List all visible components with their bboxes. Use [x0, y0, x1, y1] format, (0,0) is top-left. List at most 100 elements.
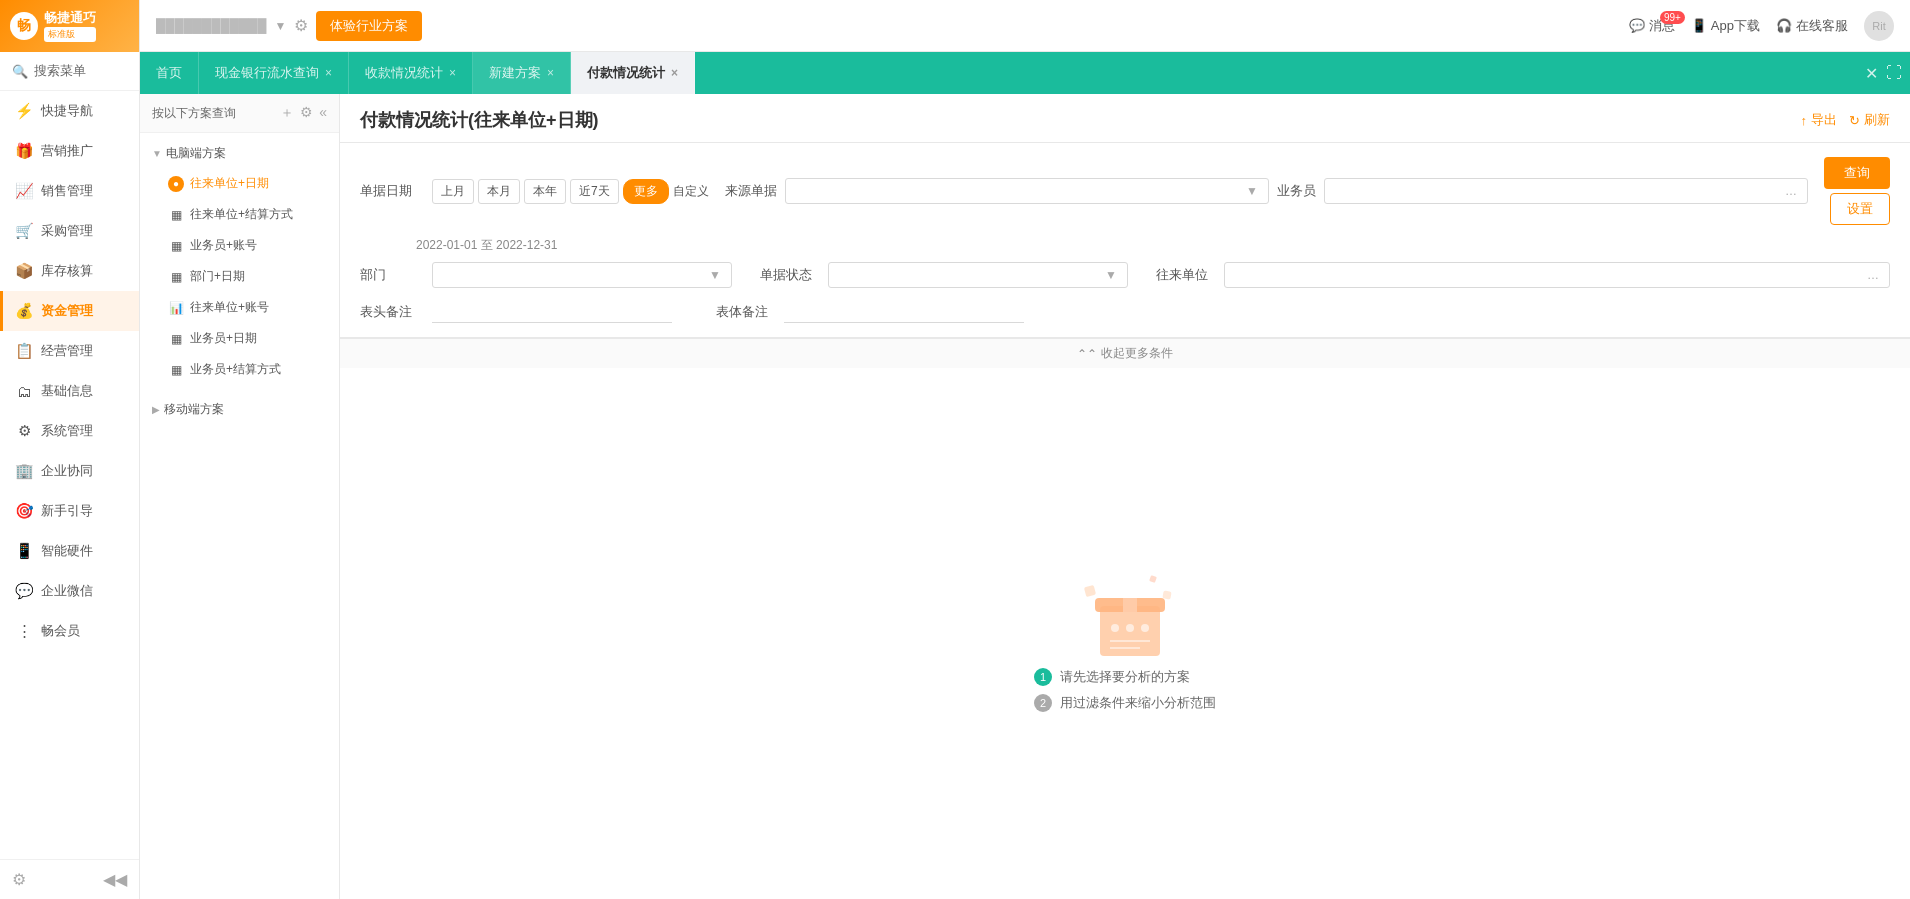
online-service-btn[interactable]: 🎧 在线客服 — [1776, 17, 1848, 35]
mobile-schemes-label: 移动端方案 — [164, 401, 224, 418]
company-icon: 🏢 — [15, 462, 33, 480]
message-badge: 99+ — [1660, 11, 1685, 24]
header-note-input[interactable] — [432, 300, 672, 323]
collapse-bar[interactable]: ⌃⌃ 收起更多条件 — [340, 338, 1910, 368]
tab-payment-close-icon[interactable]: × — [671, 66, 678, 80]
sidebar: 畅 畅捷通巧 标准版 🔍 搜索菜单 ⚡ 快捷导航 🎁 营销推广 📈 销售管理 🛒… — [0, 0, 140, 899]
sidebar-item-purchase[interactable]: 🛒 采购管理 — [0, 211, 139, 251]
tab-new-scheme[interactable]: 新建方案 × — [473, 52, 571, 94]
collapse-panel-icon[interactable]: « — [319, 104, 327, 122]
pc-schemes-header[interactable]: ▼ 电脑端方案 — [140, 139, 339, 168]
sidebar-header: 畅 畅捷通巧 标准版 — [0, 0, 139, 52]
sidebar-item-guide[interactable]: 🎯 新手引导 — [0, 491, 139, 531]
scheme-salesman-settlement[interactable]: ▦ 业务员+结算方式 — [140, 354, 339, 385]
service-label: 在线客服 — [1796, 17, 1848, 35]
hint-text-1: 请先选择要分析的方案 — [1060, 668, 1190, 686]
tab-payment[interactable]: 付款情况统计 × — [571, 52, 695, 94]
tab-new-close-icon[interactable]: × — [547, 66, 554, 80]
logo-text-block: 畅捷通巧 标准版 — [44, 10, 96, 43]
pc-schemes-label: 电脑端方案 — [166, 145, 226, 162]
sidebar-item-quick-nav[interactable]: ⚡ 快捷导航 — [0, 91, 139, 131]
sidebar-item-hardware[interactable]: 📱 智能硬件 — [0, 531, 139, 571]
date-btn-this-year[interactable]: 本年 — [524, 179, 566, 204]
scheme-unit-settlement[interactable]: ▦ 往来单位+结算方式 — [140, 199, 339, 230]
scheme-chart-icon: 📊 — [168, 300, 184, 316]
tab-bank-close-icon[interactable]: × — [325, 66, 332, 80]
add-scheme-icon[interactable]: ＋ — [280, 104, 294, 122]
sidebar-item-company[interactable]: 🏢 企业协同 — [0, 451, 139, 491]
scheme-salesman-account[interactable]: ▦ 业务员+账号 — [140, 230, 339, 261]
topbar-left: ████████████ ▼ ⚙ 体验行业方案 — [156, 11, 1619, 41]
export-icon: ↑ — [1801, 113, 1808, 128]
topbar-right: 💬 消息 99+ 📱 App下载 🎧 在线客服 Rit — [1629, 11, 1894, 41]
partner-select[interactable]: … — [1224, 262, 1890, 288]
purchase-icon: 🛒 — [15, 222, 33, 240]
search-icon: 🔍 — [12, 64, 28, 79]
logo-text: 畅捷通巧 — [44, 10, 96, 26]
date-range-row: 2022-01-01 至 2022-12-31 — [360, 237, 1890, 262]
user-avatar[interactable]: Rit — [1864, 11, 1894, 41]
scheme-unit-account[interactable]: 📊 往来单位+账号 — [140, 292, 339, 323]
collapse-sidebar-icon[interactable]: ◀◀ — [103, 870, 127, 889]
tab-receipts-close-icon[interactable]: × — [449, 66, 456, 80]
inventory-icon: 📦 — [15, 262, 33, 280]
sidebar-item-basic[interactable]: 🗂 基础信息 — [0, 371, 139, 411]
topbar-settings-icon[interactable]: ⚙ — [294, 16, 308, 35]
date-btn-last-month[interactable]: 上月 — [432, 179, 474, 204]
scheme-dept-date[interactable]: ▦ 部门+日期 — [140, 261, 339, 292]
settings-footer-icon[interactable]: ⚙ — [12, 870, 26, 889]
scheme-settings-icon[interactable]: ⚙ — [300, 104, 313, 122]
sidebar-item-sales[interactable]: 📈 销售管理 — [0, 171, 139, 211]
search-menu[interactable]: 🔍 搜索菜单 — [0, 52, 139, 91]
sidebar-item-capital[interactable]: 💰 资金管理 — [0, 291, 139, 331]
sidebar-item-inventory[interactable]: 📦 库存核算 — [0, 251, 139, 291]
mobile-schemes-header[interactable]: ▶ 移动端方案 — [140, 395, 339, 424]
tabbar-expand-icon[interactable]: ⛶ — [1886, 64, 1902, 82]
sidebar-footer: ⚙ ◀◀ — [0, 859, 139, 899]
hardware-icon: 📱 — [15, 542, 33, 560]
query-btn[interactable]: 查询 — [1824, 157, 1890, 189]
filter-settings-btn[interactable]: 设置 — [1830, 193, 1890, 225]
sidebar-item-marketing[interactable]: 🎁 营销推广 — [0, 131, 139, 171]
side-panel: 按以下方案查询 ＋ ⚙ « ▼ 电脑端方案 ● 往来单位+日期 ▦ — [140, 94, 340, 899]
refresh-btn[interactable]: ↻ 刷新 — [1849, 111, 1890, 129]
tab-bank[interactable]: 现金银行流水查询 × — [199, 52, 349, 94]
sidebar-item-label: 快捷导航 — [41, 102, 93, 120]
message-btn[interactable]: 💬 消息 99+ — [1629, 17, 1675, 35]
date-btn-last-7-days[interactable]: 近7天 — [570, 179, 619, 204]
refresh-label: 刷新 — [1864, 111, 1890, 129]
pc-schemes-group: ▼ 电脑端方案 ● 往来单位+日期 ▦ 往来单位+结算方式 ▦ 业务员+账号 ▦ — [140, 133, 339, 391]
salesman-select[interactable]: … — [1324, 178, 1808, 204]
body-note-input[interactable] — [784, 300, 1024, 323]
trial-btn[interactable]: 体验行业方案 — [316, 11, 422, 41]
tabbar-close-all-icon[interactable]: ✕ — [1865, 64, 1878, 83]
sidebar-item-wechat[interactable]: 💬 企业微信 — [0, 571, 139, 611]
date-btn-this-month[interactable]: 本月 — [478, 179, 520, 204]
source-doc-arrow-icon: ▼ — [1246, 184, 1258, 198]
dept-select[interactable]: ▼ — [432, 262, 732, 288]
source-doc-select[interactable]: ▼ — [785, 178, 1269, 204]
dropdown-arrow-icon[interactable]: ▼ — [275, 19, 287, 33]
empty-illustration — [1075, 556, 1175, 656]
svg-rect-2 — [1123, 598, 1137, 612]
tab-receipts[interactable]: 收款情况统计 × — [349, 52, 473, 94]
scheme-salesman-date[interactable]: ▦ 业务员+日期 — [140, 323, 339, 354]
export-label: 导出 — [1811, 111, 1837, 129]
tab-home[interactable]: 首页 — [140, 52, 199, 94]
export-btn[interactable]: ↑ 导出 — [1801, 111, 1838, 129]
doc-status-select[interactable]: ▼ — [828, 262, 1128, 288]
svg-rect-10 — [1149, 575, 1157, 583]
app-download-btn[interactable]: 📱 App下载 — [1691, 17, 1760, 35]
scheme-unit-date[interactable]: ● 往来单位+日期 — [140, 168, 339, 199]
hint-1: 1 请先选择要分析的方案 — [1034, 668, 1216, 686]
sidebar-item-member[interactable]: ⋮ 畅会员 — [0, 611, 139, 651]
logo-badge: 标准版 — [44, 27, 96, 42]
tab-new-label: 新建方案 — [489, 64, 541, 82]
dept-filter-label: 部门 — [360, 266, 416, 284]
body-note-label: 表体备注 — [716, 303, 768, 321]
scheme-grid-icon: ▦ — [168, 207, 184, 223]
sidebar-item-system[interactable]: ⚙ 系统管理 — [0, 411, 139, 451]
date-btn-more[interactable]: 更多 — [623, 179, 669, 204]
sidebar-item-operation[interactable]: 📋 经营管理 — [0, 331, 139, 371]
service-icon: 🎧 — [1776, 18, 1792, 33]
